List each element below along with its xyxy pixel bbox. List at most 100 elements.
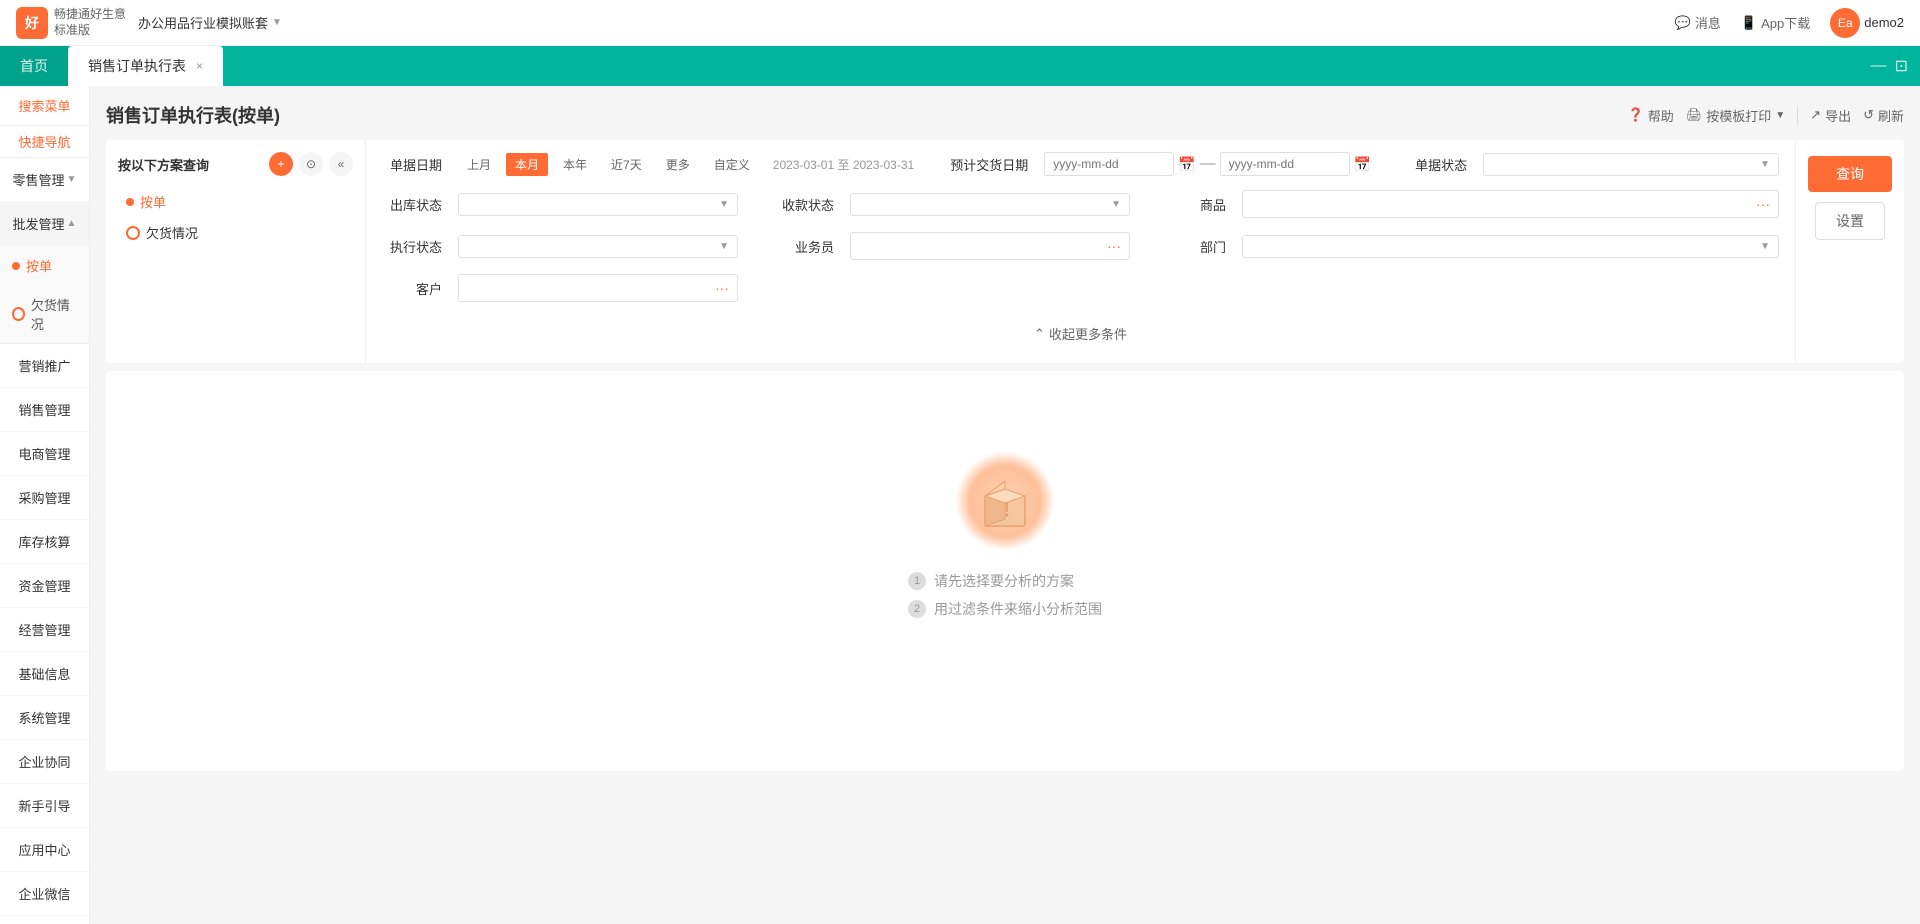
payment-arrow-icon: ▼ [1111,199,1121,210]
template-print-button[interactable]: 🖨 按模板打印 ▼ [1686,106,1798,125]
refresh-button[interactable]: ↺ 刷新 [1863,106,1904,125]
exec-arrow-icon: ▼ [719,241,729,252]
sidebar-item-wholesale[interactable]: 批发管理 ▲ [0,202,89,246]
help-button[interactable]: ❓ 帮助 [1628,106,1674,125]
sidebar-item-retail[interactable]: 零售管理 ▼ [0,158,89,202]
logo-text: 畅捷通好生意 标准版 [54,7,126,38]
date-btn-more[interactable]: 更多 [657,153,699,176]
date-btn-last-month[interactable]: 上月 [458,153,500,176]
submenu-item-shortage[interactable]: 欠货情况 [0,285,89,343]
salesman-dots-icon[interactable]: ··· [1107,238,1121,254]
status-select[interactable]: ▼ [1483,153,1779,176]
filter-row-3: 执行状态 ▼ 业务员 ··· 部门 ▼ [382,232,1779,260]
goods-input[interactable]: ··· [1242,190,1779,218]
user-profile[interactable]: Ea demo2 [1830,8,1904,38]
expected-date-input-group: 📅 — 📅 [1044,152,1371,176]
nav-actions: — ⊡ [1871,56,1920,76]
chevron-down-icon: ▼ [67,174,77,185]
dept-arrow-icon: ▼ [1760,241,1770,252]
collapse-arrow-icon: ⌃ [1034,326,1045,342]
warehouse-label: 出库状态 [382,195,442,214]
message-icon: 💬 [1675,15,1691,31]
sidebar-quick-nav[interactable]: 快捷导航 [0,126,89,158]
payment-select[interactable]: ▼ [850,193,1130,216]
sidebar-item-operations[interactable]: 经营管理 [0,608,89,652]
sidebar-item-sales[interactable]: 销售管理 [0,388,89,432]
minimize-icon[interactable]: — [1871,57,1887,75]
logo-area: 好 畅捷通好生意 标准版 [16,7,126,39]
collapse-panel-button[interactable]: « [329,152,353,176]
export-button[interactable]: ↗ 导出 [1810,106,1851,125]
sidebar-item-marketing[interactable]: 营销推广 [0,344,89,388]
sidebar-item-collab[interactable]: 企业协同 [0,740,89,784]
date-btn-custom[interactable]: 自定义 [705,153,759,176]
app-download-button[interactable]: 📱 App下载 [1741,13,1810,32]
scheme-item-shortage[interactable]: 欠货情况 [118,217,353,248]
close-tab-icon[interactable]: × [196,59,203,73]
active-dot [12,262,20,270]
expected-date-end[interactable] [1220,152,1350,176]
active-scheme-dot [126,198,134,206]
empty-box-svg [965,461,1045,541]
date-btn-7days[interactable]: 近7天 [602,153,651,176]
top-header: 好 畅捷通好生意 标准版 办公用品行业模拟账套 ▼ 💬 消息 📱 App下载 E… [0,0,1920,46]
filter-row-2: 出库状态 ▼ 收款状态 ▼ 商品 ··· [382,190,1779,218]
sidebar-item-system[interactable]: 系统管理 [0,696,89,740]
sidebar-item-inventory[interactable]: 库存核算 [0,520,89,564]
logo-icon: 好 [16,7,48,39]
scheme-item-order[interactable]: 按单 [118,186,353,217]
calendar-icon-2[interactable]: 📅 [1354,156,1371,173]
empty-tips: 1 请先选择要分析的方案 2 用过滤条件来缩小分析范围 [908,571,1102,619]
settings-button[interactable]: 设置 [1815,202,1885,240]
add-scheme-button[interactable]: + [269,152,293,176]
settings-scheme-button[interactable]: ⊙ [299,152,323,176]
sidebar-item-newguide[interactable]: 新手引导 [0,784,89,828]
customer-dots-icon[interactable]: ··· [715,280,729,296]
tab-home[interactable]: 首页 [0,46,68,86]
sidebar-item-base-info[interactable]: 基础信息 [0,652,89,696]
warehouse-select[interactable]: ▼ [458,193,738,216]
chevron-down-icon: ▼ [1775,110,1785,121]
filter-row-4: 客户 ··· [382,274,1779,302]
customer-input[interactable]: ··· [458,274,738,302]
sidebar-item-ecommerce[interactable]: 电商管理 [0,432,89,476]
username-label: demo2 [1864,15,1904,30]
status-label: 单据状态 [1407,155,1467,174]
goods-dots-icon[interactable]: ··· [1756,196,1770,212]
sidebar-search[interactable]: 搜索菜单 [0,86,89,126]
filter-panel-title: 按以下方案查询 [118,155,209,174]
chevron-up-icon: ▲ [67,218,77,229]
payment-label: 收款状态 [774,195,834,214]
scheme-circle-icon [126,226,140,240]
maximize-icon[interactable]: ⊡ [1895,56,1908,76]
collapse-button[interactable]: ⌃ 收起更多条件 [382,316,1779,351]
sidebar-item-finance[interactable]: 资金管理 [0,564,89,608]
customer-label: 客户 [382,279,442,298]
tab-sales-order[interactable]: 销售订单执行表 × [68,46,223,86]
salesman-input[interactable]: ··· [850,232,1130,260]
date-range-text: 2023-03-01 至 2023-03-31 [773,156,914,173]
expected-date-start[interactable] [1044,152,1174,176]
submenu-item-order[interactable]: 按单 [0,246,89,285]
calendar-icon-1[interactable]: 📅 [1178,156,1195,173]
query-button[interactable]: 查询 [1808,156,1892,192]
expected-date-label: 预计交货日期 [950,155,1028,174]
date-btn-this-year[interactable]: 本年 [554,153,596,176]
sidebar-item-purchase[interactable]: 采购管理 [0,476,89,520]
dept-select[interactable]: ▼ [1242,235,1779,258]
sidebar-item-appcenter[interactable]: 应用中心 [0,828,89,872]
page-header: 销售订单执行表(按单) ❓ 帮助 🖨 按模板打印 ▼ ↗ 导出 ↺ 刷新 [106,102,1904,128]
refresh-icon: ↺ [1863,107,1874,123]
exec-select[interactable]: ▼ [458,235,738,258]
message-button[interactable]: 💬 消息 [1675,13,1721,32]
date-btn-this-month[interactable]: 本月 [506,153,548,176]
app-selector[interactable]: 办公用品行业模拟账套 ▼ [138,13,282,32]
salesman-label: 业务员 [774,237,834,256]
sidebar-item-wechat[interactable]: 企业微信 [0,872,89,916]
date-separator: — [1200,155,1216,173]
header-right: 💬 消息 📱 App下载 Ea demo2 [1675,8,1904,38]
dept-label: 部门 [1166,237,1226,256]
sidebar-item-member[interactable]: 畅会员 [0,916,89,924]
header-left: 好 畅捷通好生意 标准版 办公用品行业模拟账套 ▼ [16,7,282,39]
goods-label: 商品 [1166,195,1226,214]
